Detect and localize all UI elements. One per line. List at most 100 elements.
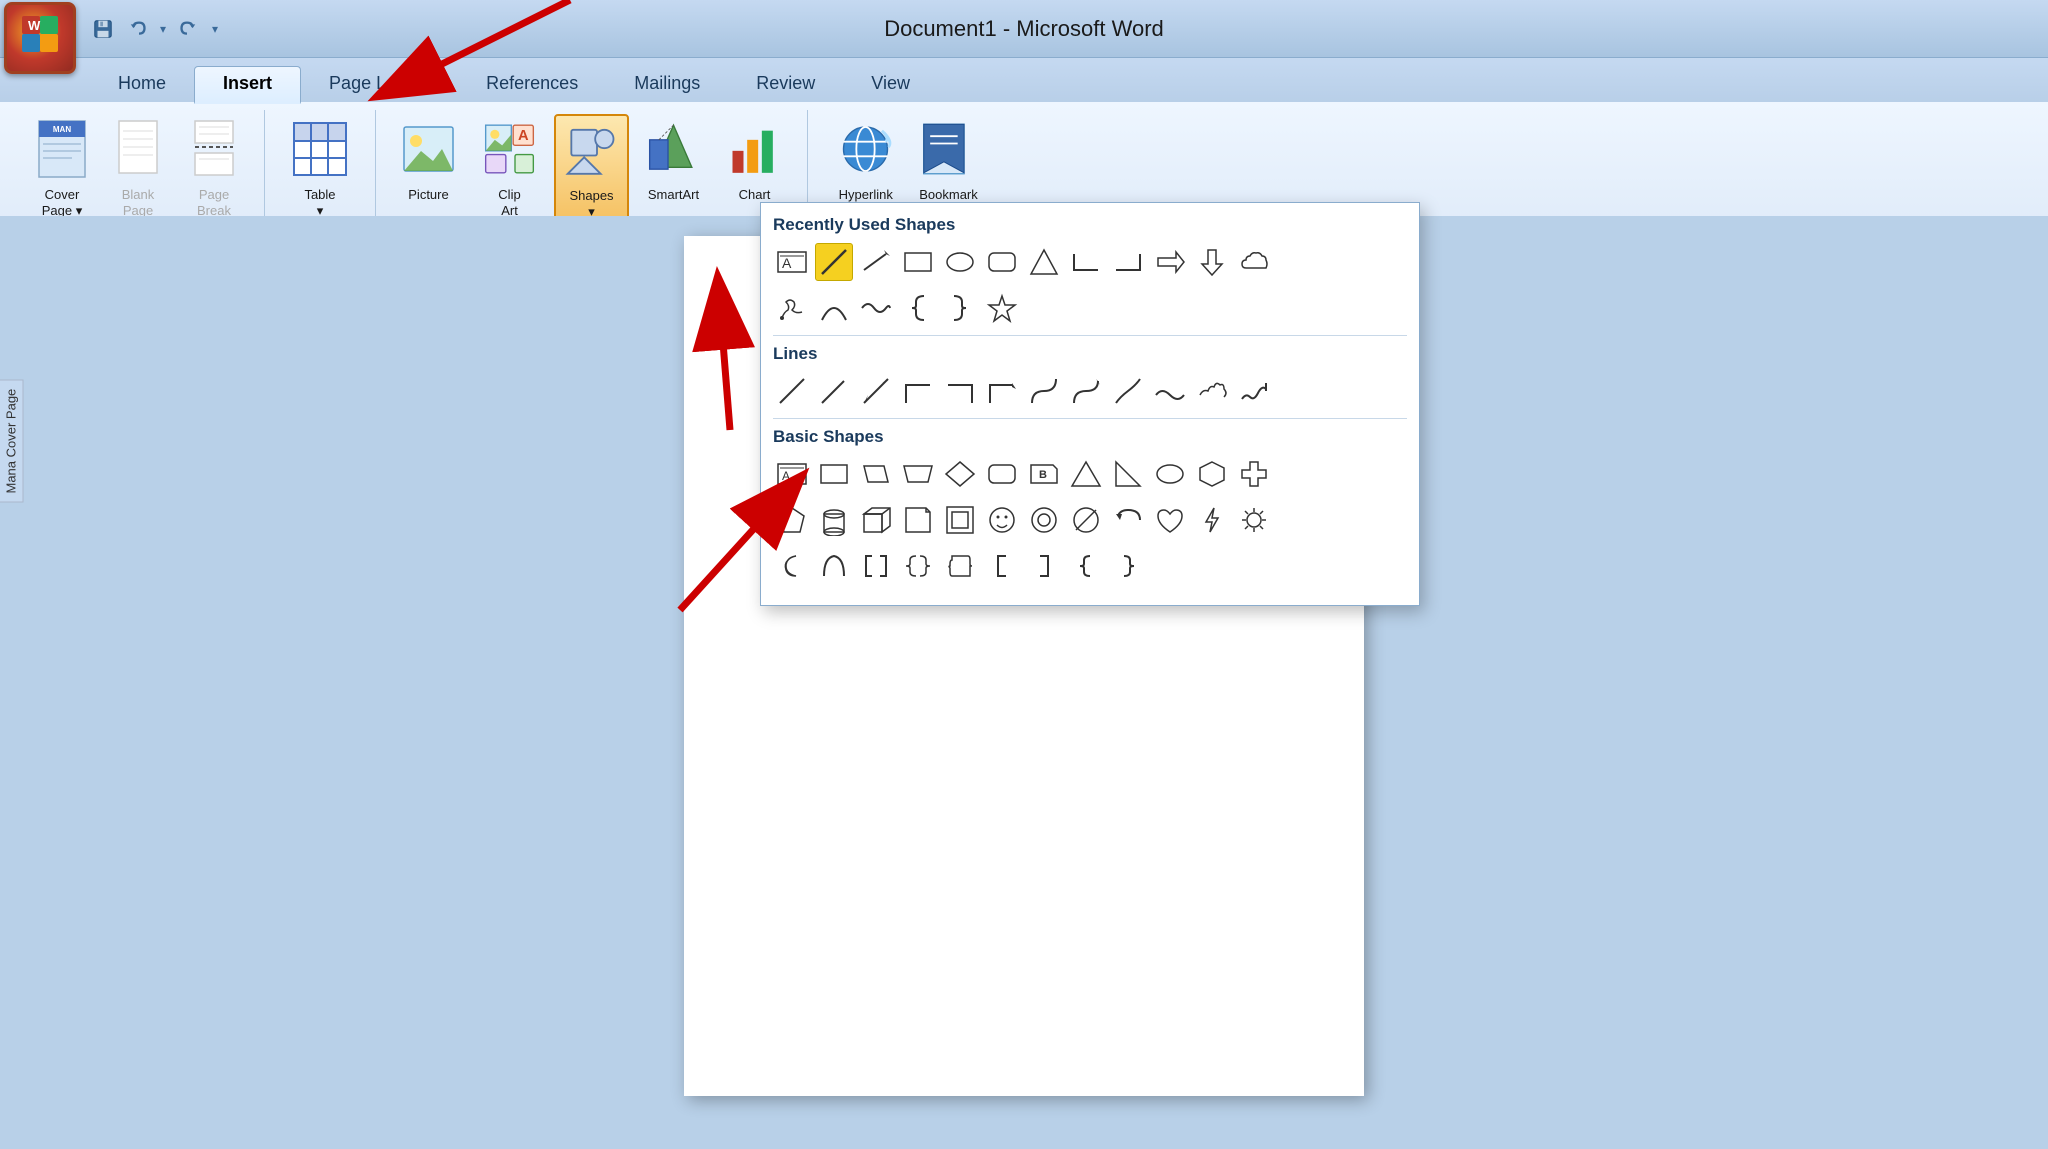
- line-elbow-arrow[interactable]: [983, 372, 1021, 410]
- quick-access-toolbar: ▾ ▾: [88, 14, 218, 44]
- hyperlink-label: Hyperlink: [839, 187, 893, 203]
- basic-snip-rect[interactable]: B: [1025, 455, 1063, 493]
- undo-dropdown[interactable]: ▾: [160, 22, 166, 36]
- shapes-button[interactable]: Shapes▾: [554, 114, 629, 225]
- customize-qa-dropdown[interactable]: ▾: [212, 22, 218, 36]
- tab-view[interactable]: View: [843, 64, 938, 102]
- tab-insert[interactable]: Insert: [194, 66, 301, 104]
- shape-arc[interactable]: [815, 289, 853, 327]
- smartart-icon: [646, 119, 701, 185]
- basic-heart[interactable]: [1151, 501, 1189, 539]
- lines-title: Lines: [773, 344, 1407, 364]
- shape-freeform[interactable]: [773, 289, 811, 327]
- shape-star[interactable]: [983, 289, 1021, 327]
- shape-rectangle[interactable]: [899, 243, 937, 281]
- shape-line-diagonal[interactable]: [815, 243, 853, 281]
- basic-diamond[interactable]: [941, 455, 979, 493]
- basic-curly-brace-right[interactable]: [1109, 547, 1147, 585]
- shape-brace-right[interactable]: [941, 289, 979, 327]
- basic-brace-pair[interactable]: [899, 547, 937, 585]
- line-curved-arrow[interactable]: [1067, 372, 1105, 410]
- basic-shapes-row2: [773, 501, 1407, 539]
- page-break-button[interactable]: PageBreak: [180, 114, 248, 223]
- basic-curly-brace-left[interactable]: [1067, 547, 1105, 585]
- basic-triangle[interactable]: [1067, 455, 1105, 493]
- line-cloud[interactable]: [1193, 372, 1231, 410]
- shape-brace-left[interactable]: [899, 289, 937, 327]
- line-curved[interactable]: [1025, 372, 1063, 410]
- picture-button[interactable]: Picture: [392, 114, 465, 208]
- basic-sun[interactable]: [1235, 501, 1273, 539]
- smartart-button[interactable]: SmartArt: [637, 114, 710, 208]
- clip-art-icon: A: [482, 119, 537, 185]
- basic-trapezoid[interactable]: [899, 455, 937, 493]
- cover-page-button[interactable]: MAN CoverPage ▾: [28, 114, 96, 223]
- shape-wave[interactable]: [857, 289, 895, 327]
- line-wave[interactable]: [1151, 372, 1189, 410]
- bookmark-button[interactable]: Bookmark: [910, 114, 987, 208]
- basic-no-symbol[interactable]: [1067, 501, 1105, 539]
- basic-lightning[interactable]: [1193, 501, 1231, 539]
- shape-oval[interactable]: [941, 243, 979, 281]
- basic-donut[interactable]: [1025, 501, 1063, 539]
- line-elbow[interactable]: [899, 372, 937, 410]
- line-double-arrow[interactable]: [857, 372, 895, 410]
- clip-art-button[interactable]: A ClipArt: [473, 114, 546, 223]
- shape-line-arrow[interactable]: [857, 243, 895, 281]
- basic-textbox[interactable]: A: [773, 455, 811, 493]
- basic-curved-arrow[interactable]: [1109, 501, 1147, 539]
- svg-text:B: B: [1039, 469, 1047, 481]
- basic-moon[interactable]: [773, 547, 811, 585]
- basic-smiley[interactable]: [983, 501, 1021, 539]
- basic-cylinder[interactable]: [815, 501, 853, 539]
- basic-square-bracket-right[interactable]: [1025, 547, 1063, 585]
- basic-folded-corner[interactable]: [899, 501, 937, 539]
- basic-right-triangle[interactable]: [1109, 455, 1147, 493]
- chart-label: Chart: [739, 187, 771, 203]
- basic-irregular-shape[interactable]: [941, 547, 979, 585]
- office-button[interactable]: W: [4, 2, 76, 74]
- shape-rounded-rectangle[interactable]: [983, 243, 1021, 281]
- basic-cross[interactable]: [1235, 455, 1273, 493]
- shape-triangle[interactable]: [1025, 243, 1063, 281]
- recently-used-title: Recently Used Shapes: [773, 215, 1407, 235]
- tab-home[interactable]: Home: [90, 64, 194, 102]
- hyperlink-button[interactable]: Hyperlink: [829, 114, 902, 208]
- line-s-curve[interactable]: [1109, 372, 1147, 410]
- shape-arrow-down[interactable]: [1193, 243, 1231, 281]
- shape-l-left[interactable]: [1109, 243, 1147, 281]
- table-button[interactable]: Table▾: [281, 114, 359, 223]
- chart-icon: [727, 119, 782, 185]
- undo-button[interactable]: [124, 14, 154, 44]
- basic-cube[interactable]: [857, 501, 895, 539]
- shape-cloud[interactable]: [1235, 243, 1273, 281]
- basic-parallelogram[interactable]: [857, 455, 895, 493]
- cover-page-icon: MAN: [37, 119, 87, 185]
- tab-page-layout[interactable]: Page Layout: [301, 64, 458, 102]
- basic-oval[interactable]: [1151, 455, 1189, 493]
- chart-button[interactable]: Chart: [718, 114, 791, 208]
- line-elbow2[interactable]: [941, 372, 979, 410]
- line-freeform-scribble[interactable]: [1235, 372, 1273, 410]
- line-arrow1[interactable]: [815, 372, 853, 410]
- basic-hexagon[interactable]: [1193, 455, 1231, 493]
- basic-square-bracket-left[interactable]: [983, 547, 1021, 585]
- basic-pentagon[interactable]: [773, 501, 811, 539]
- basic-rect[interactable]: [815, 455, 853, 493]
- line-straight[interactable]: [773, 372, 811, 410]
- shape-arrow-right[interactable]: [1151, 243, 1189, 281]
- shape-l-right[interactable]: [1067, 243, 1105, 281]
- page-break-icon: [189, 119, 239, 185]
- shape-textbox[interactable]: A: [773, 243, 811, 281]
- svg-text:A: A: [782, 469, 790, 483]
- save-button[interactable]: [88, 14, 118, 44]
- basic-rounded-rect[interactable]: [983, 455, 1021, 493]
- tab-mailings[interactable]: Mailings: [606, 64, 728, 102]
- basic-arc-shape[interactable]: [815, 547, 853, 585]
- tab-review[interactable]: Review: [728, 64, 843, 102]
- tab-references[interactable]: References: [458, 64, 606, 102]
- basic-bracket-pair[interactable]: [857, 547, 895, 585]
- redo-button[interactable]: [172, 14, 202, 44]
- blank-page-button[interactable]: BlankPage: [104, 114, 172, 223]
- basic-frame[interactable]: [941, 501, 979, 539]
